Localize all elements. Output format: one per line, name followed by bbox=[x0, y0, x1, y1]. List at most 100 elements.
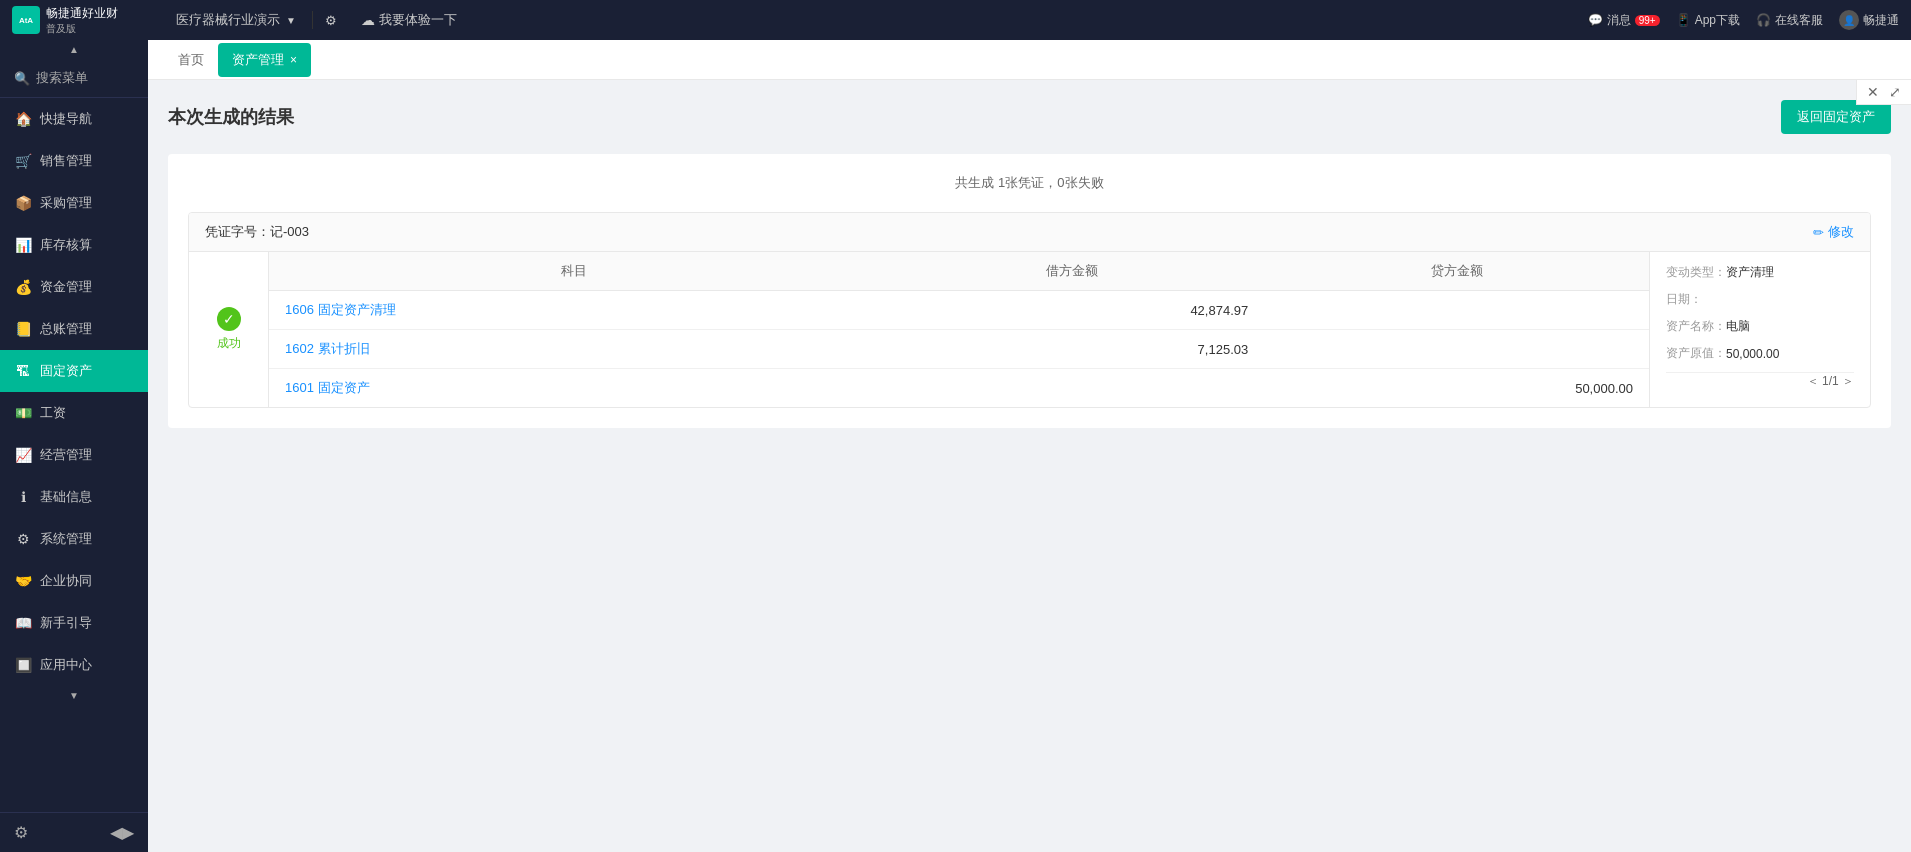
cloud-icon: ☁ bbox=[361, 12, 375, 28]
voucher-table: 科目 借方金额 贷方金额 1606 固定资产清理 42,874.97 bbox=[269, 252, 1650, 407]
edit-icon: ✏ bbox=[1813, 225, 1824, 240]
result-header: 本次生成的结果 返回固定资产 bbox=[168, 100, 1891, 134]
panel-controls: ✕ ⤢ bbox=[1856, 80, 1911, 105]
header-right: 💬 消息 99+ 📱 App下载 🎧 在线客服 👤 畅捷通 bbox=[1588, 10, 1899, 30]
sidebar-item-sales[interactable]: 🛒 销售管理 bbox=[0, 140, 148, 182]
experience-text: 我要体验一下 bbox=[379, 11, 457, 29]
logo-text-block: 畅捷通好业财 普及版 bbox=[46, 5, 118, 36]
home-icon: 🏠 bbox=[14, 110, 32, 128]
result-summary: 共生成 1张凭证，0张失败 bbox=[188, 174, 1871, 192]
salary-icon: 💵 bbox=[14, 404, 32, 422]
sidebar-label: 库存核算 bbox=[40, 236, 92, 254]
sidebar-label: 经营管理 bbox=[40, 446, 92, 464]
asset-value-value: 50,000.00 bbox=[1726, 347, 1779, 361]
logo-sub: 普及版 bbox=[46, 22, 118, 36]
online-service-button[interactable]: 🎧 在线客服 bbox=[1756, 12, 1823, 29]
sidebar-label: 销售管理 bbox=[40, 152, 92, 170]
sidebar-item-guide[interactable]: 📖 新手引导 bbox=[0, 602, 148, 644]
asset-name-label: 资产名称： bbox=[1666, 318, 1726, 335]
sidebar-label: 固定资产 bbox=[40, 362, 92, 380]
sidebar-item-ledger[interactable]: 📒 总账管理 bbox=[0, 308, 148, 350]
col-subject: 科目 bbox=[269, 252, 879, 291]
message-button[interactable]: 💬 消息 99+ bbox=[1588, 12, 1660, 29]
sidebar-item-basic-info[interactable]: ℹ 基础信息 bbox=[0, 476, 148, 518]
online-service-label: 在线客服 bbox=[1775, 12, 1823, 29]
chevron-down-icon: ▼ bbox=[286, 15, 296, 26]
message-label: 消息 bbox=[1607, 12, 1631, 29]
debit-cell: 42,874.97 bbox=[879, 291, 1264, 330]
close-panel-icon[interactable]: ✕ bbox=[1867, 84, 1879, 100]
headphone-icon: 🎧 bbox=[1756, 13, 1771, 27]
voucher-pagination: ＜ 1/1 ＞ bbox=[1666, 372, 1854, 390]
edit-label: 修改 bbox=[1828, 223, 1854, 241]
expand-panel-icon[interactable]: ⤢ bbox=[1889, 84, 1901, 100]
sidebar-item-app-center[interactable]: 🔲 应用中心 bbox=[0, 644, 148, 686]
sidebar-item-system[interactable]: ⚙ 系统管理 bbox=[0, 518, 148, 560]
sidebar-item-salary[interactable]: 💵 工资 bbox=[0, 392, 148, 434]
sidebar-label: 应用中心 bbox=[40, 656, 92, 674]
sidebar-scroll-up[interactable]: ▲ bbox=[0, 40, 148, 59]
side-info-date: 日期： bbox=[1666, 291, 1854, 308]
tab-close-icon[interactable]: × bbox=[290, 53, 297, 67]
sidebar-label: 快捷导航 bbox=[40, 110, 92, 128]
collab-icon: 🤝 bbox=[14, 572, 32, 590]
sidebar-item-purchase[interactable]: 📦 采购管理 bbox=[0, 182, 148, 224]
side-info-change-type: 变动类型： 资产清理 bbox=[1666, 264, 1854, 281]
user-label: 畅捷通 bbox=[1863, 12, 1899, 29]
sidebar-item-fixed-assets[interactable]: 🏗 固定资产 bbox=[0, 350, 148, 392]
user-button[interactable]: 👤 畅捷通 bbox=[1839, 10, 1899, 30]
settings-icon[interactable]: ⚙ bbox=[14, 823, 28, 842]
asset-value-label: 资产原值： bbox=[1666, 345, 1726, 362]
change-type-value: 资产清理 bbox=[1726, 264, 1774, 281]
voucher-card: 凭证字号：记-003 ✏ 修改 ✓ 成功 bbox=[188, 212, 1871, 408]
app-download-button[interactable]: 📱 App下载 bbox=[1676, 12, 1740, 29]
sidebar-label: 新手引导 bbox=[40, 614, 92, 632]
sidebar-item-quick-nav[interactable]: 🏠 快捷导航 bbox=[0, 98, 148, 140]
settings-button[interactable]: ⚙ bbox=[313, 13, 349, 28]
credit-cell bbox=[1264, 291, 1649, 330]
sidebar-label: 企业协同 bbox=[40, 572, 92, 590]
asset-name-value: 电脑 bbox=[1726, 318, 1750, 335]
table-row: 1606 固定资产清理 42,874.97 bbox=[269, 291, 1649, 330]
chevron-up-icon[interactable]: ▲ bbox=[69, 44, 79, 55]
logo-abbr: AtA bbox=[19, 16, 33, 25]
experience-button[interactable]: ☁ 我要体验一下 bbox=[349, 11, 469, 29]
search-label: 搜索菜单 bbox=[36, 69, 88, 87]
tab-asset-management[interactable]: 资产管理 × bbox=[218, 43, 311, 77]
sidebar-item-collab[interactable]: 🤝 企业协同 bbox=[0, 560, 148, 602]
voucher-edit-button[interactable]: ✏ 修改 bbox=[1813, 223, 1854, 241]
project-selector[interactable]: 医疗器械行业演示 ▼ bbox=[160, 11, 313, 29]
pagination-prev[interactable]: ＜ bbox=[1807, 374, 1819, 388]
voucher-number: 凭证字号：记-003 bbox=[205, 223, 309, 241]
sidebar-label: 采购管理 bbox=[40, 194, 92, 212]
check-icon: ✓ bbox=[217, 307, 241, 331]
content-wrapper: 首页 资产管理 × ✕ ⤢ 本次生成的结果 返回固定资产 共生成 1张凭证，0张… bbox=[148, 40, 1911, 852]
sidebar-item-fund[interactable]: 💰 资金管理 bbox=[0, 266, 148, 308]
info-icon: ℹ bbox=[14, 488, 32, 506]
chevron-down-icon[interactable]: ▼ bbox=[69, 690, 79, 701]
purchase-icon: 📦 bbox=[14, 194, 32, 212]
sidebar-search[interactable]: 🔍 搜索菜单 bbox=[0, 59, 148, 98]
shopping-icon: 🛒 bbox=[14, 152, 32, 170]
top-header: AtA 畅捷通好业财 普及版 医疗器械行业演示 ▼ ⚙ ☁ 我要体验一下 💬 消… bbox=[0, 0, 1911, 40]
app-download-label: App下载 bbox=[1695, 12, 1740, 29]
gear-icon: ⚙ bbox=[325, 13, 337, 28]
table-row: 1601 固定资产 50,000.00 bbox=[269, 369, 1649, 408]
tab-bar: 首页 资产管理 × bbox=[148, 40, 1911, 80]
logo-text: 畅捷通好业财 bbox=[46, 5, 118, 22]
sidebar-item-inventory[interactable]: 📊 库存核算 bbox=[0, 224, 148, 266]
collapse-icon[interactable]: ◀▶ bbox=[110, 823, 134, 842]
pagination-next[interactable]: ＞ bbox=[1842, 374, 1854, 388]
logo-icon: AtA bbox=[12, 6, 40, 34]
fund-icon: 💰 bbox=[14, 278, 32, 296]
return-fixed-assets-button[interactable]: 返回固定资产 bbox=[1781, 100, 1891, 134]
subject-cell: 1602 累计折旧 bbox=[269, 330, 879, 369]
sidebar-scroll-down[interactable]: ▼ bbox=[0, 686, 148, 705]
tab-home[interactable]: 首页 bbox=[164, 43, 218, 77]
voucher-header: 凭证字号：记-003 ✏ 修改 bbox=[189, 213, 1870, 252]
sidebar-item-management[interactable]: 📈 经营管理 bbox=[0, 434, 148, 476]
search-icon: 🔍 bbox=[14, 71, 30, 86]
voucher-body: ✓ 成功 科目 借方金额 贷方金额 bbox=[189, 252, 1870, 407]
sidebar-label: 基础信息 bbox=[40, 488, 92, 506]
sidebar-label: 总账管理 bbox=[40, 320, 92, 338]
